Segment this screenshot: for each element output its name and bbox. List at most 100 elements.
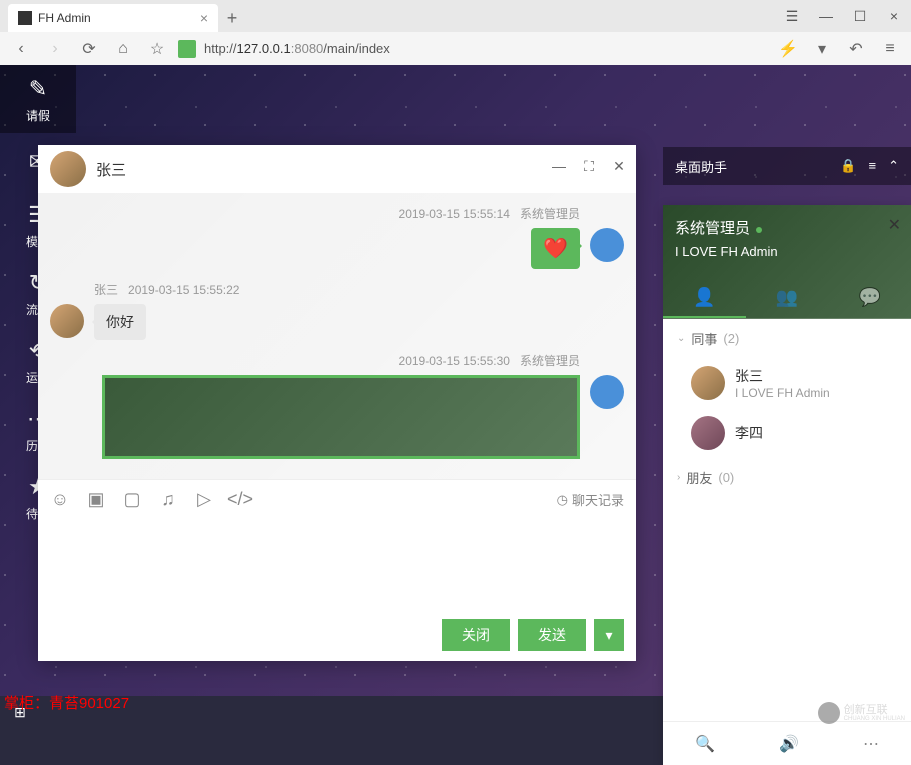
message-avatar[interactable] bbox=[590, 375, 624, 409]
tab-messages[interactable]: 💬 bbox=[828, 279, 911, 318]
contact-tabs: 👤 👥 💬 bbox=[663, 279, 911, 319]
message-row bbox=[50, 375, 624, 459]
sidebar-label: 请假 bbox=[26, 107, 50, 124]
group-name: 朋友 bbox=[686, 468, 712, 487]
chevron-down-icon: ⌄ bbox=[677, 333, 685, 344]
menu-icon[interactable]: ≡ bbox=[877, 36, 903, 62]
group-header-friends[interactable]: › 朋友 (0) bbox=[663, 458, 911, 497]
contact-header: ✕ 系统管理员 I LOVE FH Admin 👤 👥 💬 bbox=[663, 205, 911, 319]
send-button[interactable]: 发送 bbox=[518, 619, 586, 651]
browser-chrome: FH Admin × + ☰ — ☐ × ‹ › ⟳ ⌂ ☆ http://12… bbox=[0, 0, 911, 65]
watermark-logo-icon bbox=[818, 702, 840, 724]
desktop-assistant-title: 桌面助手 bbox=[675, 157, 727, 176]
window-maximize-icon[interactable]: ☐ bbox=[843, 2, 877, 30]
close-icon[interactable]: ✕ bbox=[888, 215, 901, 235]
forward-button[interactable]: › bbox=[42, 36, 68, 62]
tab-close-icon[interactable]: × bbox=[200, 10, 208, 26]
contact-avatar bbox=[691, 416, 725, 450]
tab-favicon bbox=[18, 11, 32, 25]
message-avatar[interactable] bbox=[50, 304, 84, 338]
menu-icon[interactable]: ≡ bbox=[869, 158, 877, 174]
group-name: 同事 bbox=[691, 329, 717, 348]
message-row: 你好 bbox=[50, 304, 624, 340]
chat-header: 张三 — ⛶ ✕ bbox=[38, 145, 636, 193]
chat-toolbar: ☺ ▣ ▢ ♫ ▷ </> ◷ 聊天记录 bbox=[38, 479, 636, 519]
contact-item-lisi[interactable]: 李四 bbox=[663, 408, 911, 458]
window-pane-icon[interactable]: ☰ bbox=[775, 2, 809, 30]
contact-panel: ✕ 系统管理员 I LOVE FH Admin 👤 👥 💬 ⌄ 同事 (2) 张… bbox=[663, 205, 911, 765]
code-icon[interactable]: </> bbox=[230, 490, 250, 510]
url-field[interactable]: http://127.0.0.1:8080/main/index bbox=[204, 41, 767, 56]
collapse-icon[interactable]: ⌃ bbox=[888, 158, 899, 174]
tab-person[interactable]: 👤 bbox=[663, 279, 746, 318]
search-icon[interactable]: 🔍 bbox=[695, 734, 715, 754]
message-image[interactable] bbox=[102, 375, 580, 459]
footer-owner-text: 掌柜：青苔901027 bbox=[4, 692, 129, 713]
group-header-colleagues[interactable]: ⌄ 同事 (2) bbox=[663, 319, 911, 358]
tab-group[interactable]: 👥 bbox=[746, 279, 829, 318]
message-bubble: ❤️ bbox=[531, 228, 580, 269]
headphone-icon[interactable]: ♫ bbox=[158, 490, 178, 510]
undo-icon[interactable]: ↶ bbox=[843, 36, 869, 62]
contact-name: 李四 bbox=[735, 423, 763, 443]
chat-footer: 关闭 发送 ▾ bbox=[38, 609, 636, 661]
minimize-icon[interactable]: — bbox=[550, 157, 568, 175]
status-dot-icon bbox=[756, 227, 762, 233]
chat-title: 张三 bbox=[96, 159, 126, 180]
tab-title: FH Admin bbox=[38, 11, 91, 25]
clock-icon: ◷ bbox=[557, 492, 568, 508]
message-avatar[interactable] bbox=[590, 228, 624, 262]
window-controls: ☰ — ☐ × bbox=[775, 0, 911, 32]
group-count: (0) bbox=[718, 470, 734, 485]
favorite-button[interactable]: ☆ bbox=[144, 36, 170, 62]
desktop-assistant-header[interactable]: 桌面助手 🔒 ≡ ⌃ bbox=[663, 147, 911, 185]
heart-icon: ❤️ bbox=[543, 238, 568, 260]
chat-history-button[interactable]: ◷ 聊天记录 bbox=[557, 490, 624, 509]
contact-item-zhangsan[interactable]: 张三 I LOVE FH Admin bbox=[663, 358, 911, 408]
new-tab-button[interactable]: + bbox=[218, 4, 246, 32]
chat-body[interactable]: 2019-03-15 15:55:14 系统管理员 ❤️ 张三 2019-03-… bbox=[38, 193, 636, 479]
message-meta: 2019-03-15 15:55:14 系统管理员 bbox=[50, 205, 580, 222]
chat-input-area bbox=[38, 519, 636, 609]
refresh-button[interactable]: ⟳ bbox=[76, 36, 102, 62]
window-minimize-icon[interactable]: — bbox=[809, 2, 843, 30]
contact-avatar bbox=[691, 366, 725, 400]
chevron-right-icon: › bbox=[677, 472, 680, 483]
main-area: ✎ 请假 ✉ ☰ 模型 ↻ 流程 ⟲ 运行 ⋯ 历史 ★ 待办 张三 bbox=[0, 65, 911, 728]
message-bubble: 你好 bbox=[94, 304, 146, 340]
contact-status: I LOVE FH Admin bbox=[735, 386, 830, 400]
desktop-assistant: 桌面助手 🔒 ≡ ⌃ bbox=[663, 147, 911, 185]
group-count: (2) bbox=[723, 331, 739, 346]
chat-window: 张三 — ⛶ ✕ 2019-03-15 15:55:14 系统管理员 ❤️ 张三… bbox=[38, 145, 636, 661]
message-row: ❤️ bbox=[50, 228, 624, 269]
video-icon[interactable]: ▷ bbox=[194, 490, 214, 510]
emoji-icon[interactable]: ☺ bbox=[50, 490, 70, 510]
tab-bar: FH Admin × + ☰ — ☐ × bbox=[0, 0, 911, 32]
close-icon[interactable]: ✕ bbox=[610, 157, 628, 175]
close-button[interactable]: 关闭 bbox=[442, 619, 510, 651]
shield-icon[interactable] bbox=[178, 40, 196, 58]
dropdown-icon[interactable]: ▾ bbox=[809, 36, 835, 62]
sidebar-item-leave[interactable]: ✎ 请假 bbox=[0, 65, 76, 133]
window-close-icon[interactable]: × bbox=[877, 2, 911, 30]
browser-tab[interactable]: FH Admin × bbox=[8, 4, 218, 32]
back-button[interactable]: ‹ bbox=[8, 36, 34, 62]
folder-icon[interactable]: ▢ bbox=[122, 490, 142, 510]
sound-icon[interactable]: 🔊 bbox=[779, 734, 799, 754]
watermark: 创新互联 CHUANG XIN HULIAN bbox=[818, 702, 905, 724]
fast-icon[interactable]: ⚡ bbox=[775, 36, 801, 62]
image-icon[interactable]: ▣ bbox=[86, 490, 106, 510]
lock-icon[interactable]: 🔒 bbox=[840, 158, 856, 174]
edit-icon: ✎ bbox=[24, 75, 52, 103]
chat-avatar[interactable] bbox=[50, 151, 86, 187]
contact-name: 张三 bbox=[735, 366, 830, 386]
message-meta: 2019-03-15 15:55:30 系统管理员 bbox=[50, 352, 580, 369]
home-button[interactable]: ⌂ bbox=[110, 36, 136, 62]
more-icon[interactable]: ⋯ bbox=[863, 734, 879, 754]
contact-current-name: 系统管理员 bbox=[675, 217, 899, 238]
maximize-icon[interactable]: ⛶ bbox=[580, 157, 598, 175]
contact-list[interactable]: ⌄ 同事 (2) 张三 I LOVE FH Admin 李四 › 朋友 bbox=[663, 319, 911, 721]
chat-textarea[interactable] bbox=[50, 527, 624, 601]
contact-current-status: I LOVE FH Admin bbox=[675, 244, 899, 259]
send-dropdown-button[interactable]: ▾ bbox=[594, 619, 624, 651]
